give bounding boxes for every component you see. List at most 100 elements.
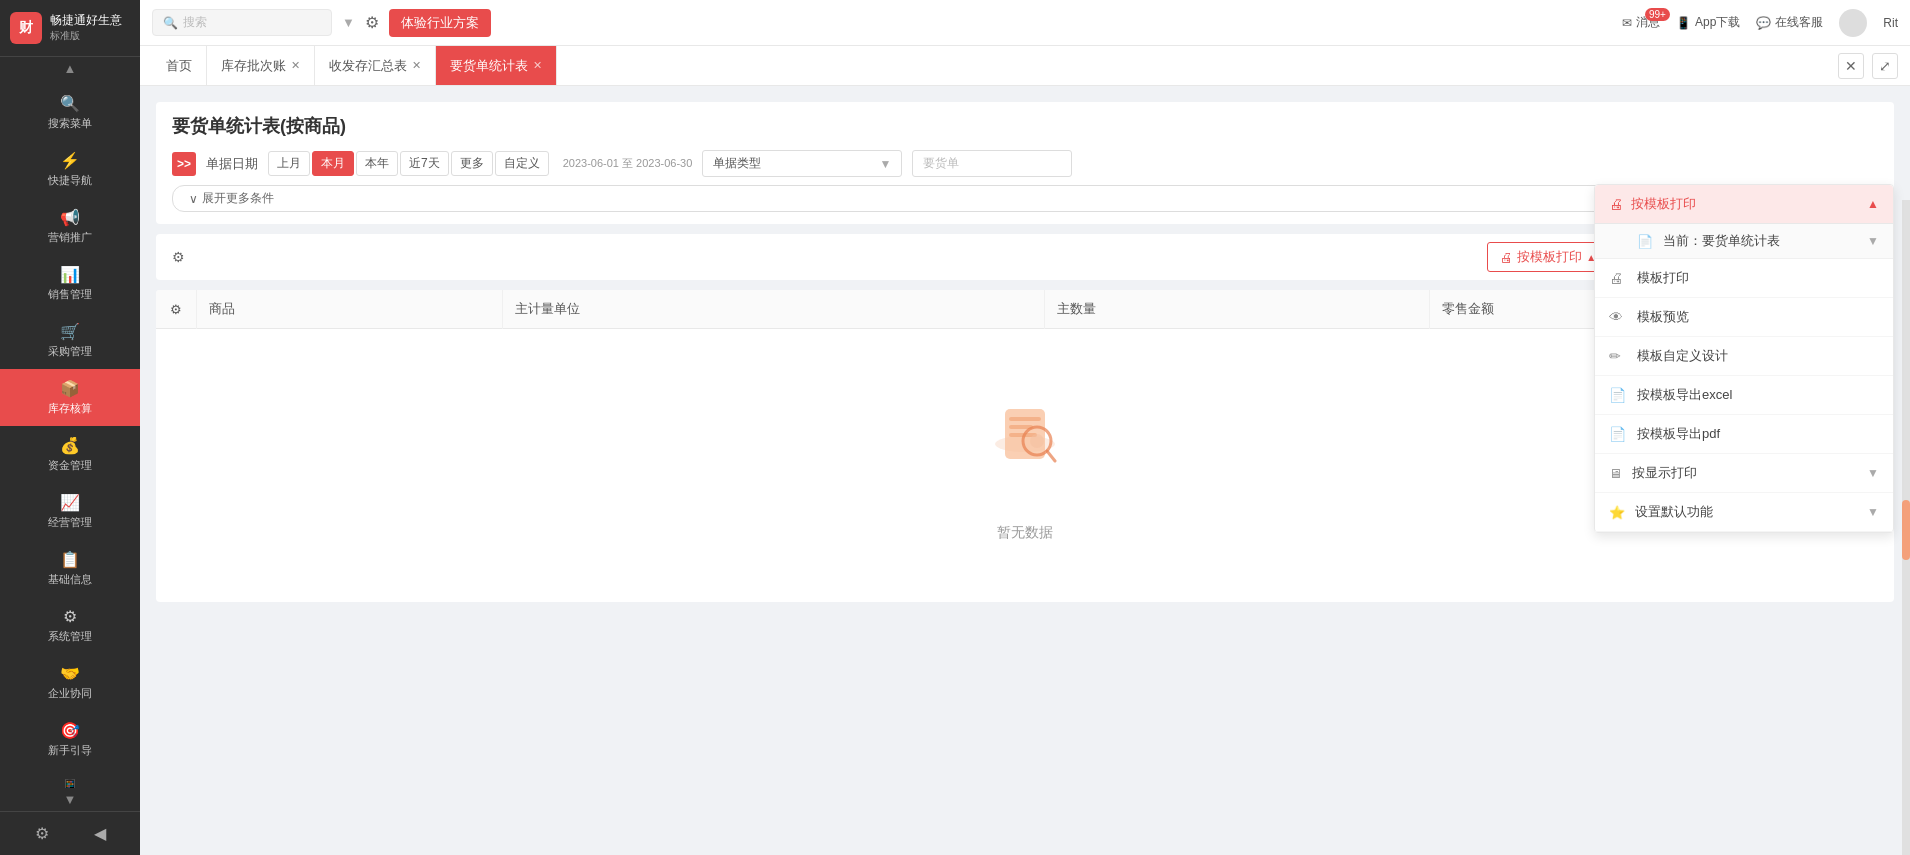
- template-print-btn[interactable]: 🖨 按模板打印 ▲: [1487, 242, 1609, 272]
- tab-home-label: 首页: [166, 57, 192, 75]
- tab-order-stats-close[interactable]: ✕: [533, 59, 542, 72]
- sidebar-item-collab[interactable]: 🤝 企业协同: [0, 654, 140, 711]
- date-custom[interactable]: 自定义: [495, 151, 549, 176]
- set-default-arrow: ▼: [1867, 505, 1879, 519]
- tabbar-actions: ✕ ⤢: [1838, 53, 1898, 79]
- sidebar-item-quick-nav[interactable]: ⚡ 快捷导航: [0, 141, 140, 198]
- date-last7days[interactable]: 近7天: [400, 151, 449, 176]
- order-goods-input[interactable]: 要货单: [912, 150, 1072, 177]
- sidebar-item-newbie[interactable]: 🎯 新手引导: [0, 711, 140, 768]
- tab-expand[interactable]: ⤢: [1872, 53, 1898, 79]
- messages-badge: 99+: [1645, 8, 1670, 21]
- page-title: 要货单统计表(按商品): [172, 114, 1878, 138]
- template-export-pdf-icon: 📄: [1609, 426, 1627, 442]
- filter-expand-btn[interactable]: >>: [172, 152, 196, 176]
- sidebar-item-finance[interactable]: 💰 资金管理: [0, 426, 140, 483]
- trial-button[interactable]: 体验行业方案: [389, 9, 491, 37]
- expand-more-icon: ∨: [189, 192, 198, 206]
- empty-text: 暂无数据: [997, 524, 1053, 542]
- scrollbar-thumb[interactable]: [1902, 500, 1910, 560]
- tab-receipt-summary-label: 收发存汇总表: [329, 57, 407, 75]
- sidebar-item-purchase[interactable]: 🛒 采购管理: [0, 312, 140, 369]
- toolbar-settings-icon[interactable]: ⚙: [172, 249, 185, 265]
- display-print-item[interactable]: 🖥 按显示打印 ▼: [1595, 454, 1893, 493]
- right-scrollbar: [1902, 200, 1910, 855]
- search-icon: 🔍: [60, 94, 80, 113]
- doc-type-select[interactable]: 单据类型 ▼: [702, 150, 902, 177]
- printer-icon: 🖨: [1500, 250, 1513, 265]
- sidebar-item-search[interactable]: 🔍 搜索菜单: [0, 84, 140, 141]
- template-custom-label: 模板自定义设计: [1637, 347, 1728, 365]
- sidebar-item-operation[interactable]: 📈 经营管理: [0, 483, 140, 540]
- purchase-icon: 🛒: [60, 322, 80, 341]
- expand-more-label: 展开更多条件: [202, 190, 274, 207]
- col-settings[interactable]: ⚙: [156, 290, 196, 329]
- filter-bar: >> 单据日期 上月 本月 本年 近7天 更多 自定义 2023-06-01 至…: [172, 150, 1878, 177]
- col-quantity: 主数量: [1045, 290, 1430, 329]
- date-range-text: 2023-06-01 至 2023-06-30: [563, 156, 693, 171]
- basic-icon: 📋: [60, 550, 80, 569]
- template-print-item[interactable]: 🖨 模板打印: [1595, 259, 1893, 298]
- tab-home[interactable]: 首页: [152, 46, 207, 85]
- app-download-btn[interactable]: 📱 App下载: [1676, 14, 1740, 31]
- sidebar-scroll-down[interactable]: ▼: [0, 788, 140, 811]
- finance-icon: 💰: [60, 436, 80, 455]
- doc-type-label: 单据类型: [713, 155, 761, 172]
- dropdown-close-btn[interactable]: ▲: [1867, 197, 1879, 211]
- template-export-pdf-item[interactable]: 📄 按模板导出pdf: [1595, 415, 1893, 454]
- sidebar-item-sales[interactable]: 📊 销售管理: [0, 255, 140, 312]
- user-avatar[interactable]: [1839, 9, 1867, 37]
- marketing-icon: 📢: [60, 208, 80, 227]
- appstore-icon: 📱: [60, 778, 80, 788]
- col-goods: 商品: [196, 290, 503, 329]
- template-export-excel-item[interactable]: 📄 按模板导出excel: [1595, 376, 1893, 415]
- main-content: 🔍 搜索 ▼ ⚙ 体验行业方案 ✉ 消息 99+ 📱 App下载 💬 在线客服 …: [140, 0, 1910, 855]
- sidebar-footer: ⚙ ◀: [0, 811, 140, 855]
- template-preview-item[interactable]: 👁 模板预览: [1595, 298, 1893, 337]
- display-print-label: 按显示打印: [1632, 464, 1697, 482]
- template-custom-item[interactable]: ✏ 模板自定义设计: [1595, 337, 1893, 376]
- sidebar-collapse-icon[interactable]: ◀: [94, 824, 106, 843]
- topbar-settings-btn[interactable]: ⚙: [365, 13, 379, 32]
- template-print-icon: 🖨: [1609, 270, 1627, 286]
- sidebar-scroll-up[interactable]: ▲: [0, 57, 140, 80]
- online-service-btn[interactable]: 💬 在线客服: [1756, 14, 1823, 31]
- inventory-icon: 📦: [60, 379, 80, 398]
- operation-icon: 📈: [60, 493, 80, 512]
- date-more[interactable]: 更多: [451, 151, 493, 176]
- date-prev-month[interactable]: 上月: [268, 151, 310, 176]
- tab-batch-accounts-close[interactable]: ✕: [291, 59, 300, 72]
- tab-receipt-summary-close[interactable]: ✕: [412, 59, 421, 72]
- svg-rect-2: [1009, 417, 1041, 421]
- sidebar-settings-icon[interactable]: ⚙: [35, 824, 49, 843]
- current-template-icon: 📄: [1637, 234, 1653, 249]
- set-default-item[interactable]: ⭐ 设置默认功能 ▼: [1595, 493, 1893, 532]
- sidebar-item-marketing[interactable]: 📢 营销推广: [0, 198, 140, 255]
- date-current-year[interactable]: 本年: [356, 151, 398, 176]
- sales-icon: 📊: [60, 265, 80, 284]
- col-unit: 主计量单位: [503, 290, 1045, 329]
- messages-btn[interactable]: ✉ 消息 99+: [1622, 14, 1660, 31]
- collab-icon: 🤝: [60, 664, 80, 683]
- tab-receipt-summary[interactable]: 收发存汇总表 ✕: [315, 46, 436, 85]
- tab-order-stats[interactable]: 要货单统计表 ✕: [436, 46, 557, 85]
- sidebar-item-appstore[interactable]: 📱 应用中心: [0, 768, 140, 788]
- date-filter-label: 单据日期: [206, 155, 258, 173]
- sidebar-nav: 🔍 搜索菜单 ⚡ 快捷导航 📢 营销推广 📊 销售管理 🛒 采购管理 📦 库存核…: [0, 80, 140, 788]
- set-default-icon: ⭐: [1609, 505, 1625, 520]
- date-current-month[interactable]: 本月: [312, 151, 354, 176]
- topbar-right: ✉ 消息 99+ 📱 App下载 💬 在线客服 Rit: [1622, 9, 1898, 37]
- tab-close-all[interactable]: ✕: [1838, 53, 1864, 79]
- topbar-search-icon: 🔍: [163, 16, 178, 30]
- tab-batch-accounts[interactable]: 库存批次账 ✕: [207, 46, 315, 85]
- sidebar-item-system[interactable]: ⚙ 系统管理: [0, 597, 140, 654]
- sidebar-item-basic[interactable]: 📋 基础信息: [0, 540, 140, 597]
- topbar-dropdown-icon[interactable]: ▼: [342, 15, 355, 30]
- service-icon: 💬: [1756, 16, 1771, 30]
- display-print-arrow: ▼: [1867, 466, 1879, 480]
- template-print-label: 模板打印: [1637, 269, 1689, 287]
- sidebar-item-inventory[interactable]: 📦 库存核算: [0, 369, 140, 426]
- current-template-item[interactable]: 📄 当前：要货单统计表 ▼: [1595, 224, 1893, 259]
- template-dropdown: 🖨 按模板打印 ▲ 📄 当前：要货单统计表 ▼ 🖨 模板打印 👁 模板预览: [1594, 184, 1894, 533]
- topbar-search[interactable]: 🔍 搜索: [152, 9, 332, 36]
